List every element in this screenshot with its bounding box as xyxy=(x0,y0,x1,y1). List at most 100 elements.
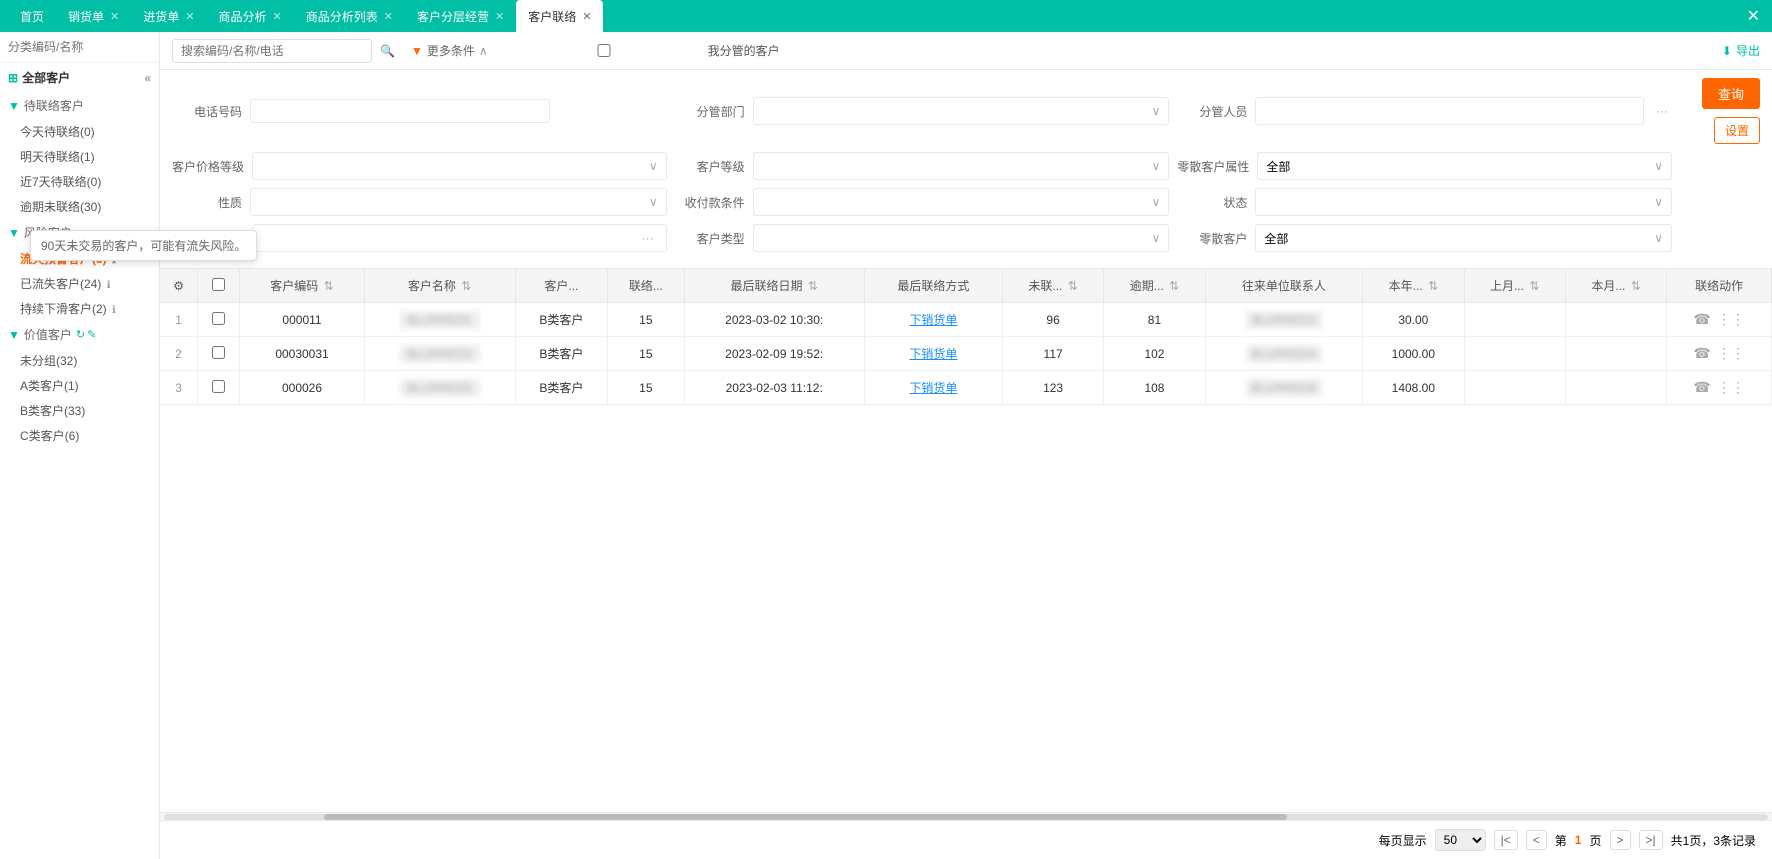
th-contact[interactable]: 联络... xyxy=(608,269,684,303)
th-settings[interactable]: ⚙ xyxy=(160,269,198,303)
zero-attr-select[interactable]: 全部 ∨ xyxy=(1257,152,1672,180)
row-checkbox[interactable] xyxy=(212,346,225,359)
sidebar-item-tomorrow-pending[interactable]: 明天待联络(1) xyxy=(0,144,159,169)
close-tab-sales-order[interactable]: ✕ xyxy=(110,10,119,23)
tab-customer-contact[interactable]: 客户联络 ✕ xyxy=(516,0,603,32)
tab-purchase-order[interactable]: 进货单 ✕ xyxy=(131,0,206,32)
cell-checkbox[interactable] xyxy=(198,337,240,371)
sidebar-item-7days-pending[interactable]: 近7天待联络(0) xyxy=(0,169,159,194)
th-contact-person[interactable]: 往来单位联系人 xyxy=(1205,269,1363,303)
my-customers-checkbox[interactable]: 我分管的客户 xyxy=(504,42,780,59)
zero-customer-select[interactable]: 全部 ∨ xyxy=(1255,224,1672,252)
scrollbar-thumb[interactable] xyxy=(324,814,1286,820)
edit-value-icon[interactable]: ✎ xyxy=(87,328,96,341)
sidebar-item-c-class[interactable]: C类客户(6) xyxy=(0,423,159,448)
region-select[interactable]: ··· xyxy=(252,224,667,252)
payment-select[interactable]: ∨ xyxy=(753,188,1170,216)
search-icon[interactable]: 🔍 xyxy=(380,44,395,58)
my-customers-check[interactable] xyxy=(504,44,704,57)
first-page-btn[interactable]: |< xyxy=(1494,830,1518,850)
info-icon-declining[interactable]: ℹ xyxy=(112,305,116,316)
select-all-checkbox[interactable] xyxy=(212,278,225,291)
status-select[interactable]: ∨ xyxy=(1255,188,1672,216)
sidebar-item-today-pending[interactable]: 今天待联络(0) xyxy=(0,119,159,144)
gender-select[interactable]: ∨ xyxy=(250,188,667,216)
th-this-month[interactable]: 本月... ⇅ xyxy=(1565,269,1666,303)
query-button[interactable]: 查询 xyxy=(1702,78,1760,109)
sidebar-item-b-class[interactable]: B类客户(33) xyxy=(0,398,159,423)
contact-action-icon[interactable]: ☎ xyxy=(1693,379,1710,396)
tab-sales-order[interactable]: 销货单 ✕ xyxy=(56,0,131,32)
th-checkbox[interactable] xyxy=(198,269,240,303)
more-conditions-btn[interactable]: ▼ 更多条件 ∧ xyxy=(403,38,496,63)
th-name[interactable]: 客户名称 ⇅ xyxy=(364,269,515,303)
th-overdue[interactable]: 逾期... ⇅ xyxy=(1104,269,1205,303)
row-checkbox[interactable] xyxy=(212,380,225,393)
more-action-icon[interactable]: ⋮⋮ xyxy=(1717,379,1745,396)
contact-action-icon[interactable]: ☎ xyxy=(1693,345,1710,362)
sidebar-item-churned[interactable]: 已流失客户(24) ℹ xyxy=(0,271,159,296)
th-code[interactable]: 客户编码 ⇅ xyxy=(240,269,364,303)
sidebar-group-value[interactable]: ▼ 价值客户 ↻ ✎ xyxy=(0,321,159,348)
setting-button[interactable]: 设置 xyxy=(1714,117,1760,144)
tab-product-analysis-list[interactable]: 商品分析列表 ✕ xyxy=(294,0,405,32)
sidebar-item-ungrouped[interactable]: 未分组(32) xyxy=(0,348,159,373)
th-type[interactable]: 客户... xyxy=(515,269,608,303)
region-more-icon[interactable]: ··· xyxy=(638,231,658,245)
customer-level-select[interactable]: ∨ xyxy=(753,152,1170,180)
cell-checkbox[interactable] xyxy=(198,303,240,337)
cell-name[interactable]: BLURRED1 xyxy=(364,303,515,337)
next-page-btn[interactable]: > xyxy=(1610,830,1631,850)
tab-home[interactable]: 首页 xyxy=(8,0,56,32)
filter-field-zero-customer: 零散客户 全部 ∨ xyxy=(1177,224,1672,252)
cell-last-contact-method[interactable]: 下销货单 xyxy=(864,371,1002,405)
th-this-year[interactable]: 本年... ⇅ xyxy=(1363,269,1464,303)
sidebar-all-customers[interactable]: ⊞ 全部客户 « xyxy=(0,63,159,92)
prev-page-btn[interactable]: < xyxy=(1526,830,1547,850)
sidebar-search-input[interactable] xyxy=(8,40,160,54)
horizontal-scrollbar[interactable] xyxy=(160,812,1772,820)
refresh-value-icon[interactable]: ↻ xyxy=(76,328,85,341)
export-btn[interactable]: ⬇ 导出 xyxy=(1722,42,1760,59)
phone-input[interactable] xyxy=(250,99,550,123)
th-last-month[interactable]: 上月... ⇅ xyxy=(1464,269,1565,303)
cell-last-contact-method[interactable]: 下销货单 xyxy=(864,303,1002,337)
collapse-icon[interactable]: « xyxy=(144,71,151,85)
more-action-icon[interactable]: ⋮⋮ xyxy=(1717,345,1745,362)
customer-type-select[interactable]: ∨ xyxy=(753,224,1170,252)
tab-customer-tier[interactable]: 客户分层经营 ✕ xyxy=(405,0,516,32)
close-tab-product-analysis[interactable]: ✕ xyxy=(273,10,282,23)
export-icon: ⬇ xyxy=(1722,44,1732,58)
th-last-contact-method[interactable]: 最后联络方式 xyxy=(864,269,1002,303)
cell-name[interactable]: BLURRED3 xyxy=(364,337,515,371)
dept-select[interactable]: ∨ xyxy=(753,97,1170,125)
contact-action-icon[interactable]: ☎ xyxy=(1693,311,1710,328)
cell-name[interactable]: BLURRED5 xyxy=(364,371,515,405)
customer-type-label: 客户类型 xyxy=(675,230,745,247)
sidebar-item-overdue-pending[interactable]: 逾期未联络(30) xyxy=(0,194,159,219)
cell-code: 000026 xyxy=(240,371,364,405)
sidebar-item-declining[interactable]: 持续下滑客户(2) ℹ xyxy=(0,296,159,321)
last-page-btn[interactable]: >| xyxy=(1639,830,1663,850)
per-page-select[interactable]: 50 100 200 xyxy=(1435,829,1486,851)
sidebar-group-pending[interactable]: ▼ 待联络客户 xyxy=(0,92,159,119)
th-last-contact-date[interactable]: 最后联络日期 ⇅ xyxy=(684,269,864,303)
tab-product-analysis[interactable]: 商品分析 ✕ xyxy=(206,0,293,32)
manager-select[interactable] xyxy=(1255,97,1644,125)
info-icon-churned[interactable]: ℹ xyxy=(107,280,111,291)
cell-overdue: 102 xyxy=(1104,337,1205,371)
cell-last-contact-method[interactable]: 下销货单 xyxy=(864,337,1002,371)
close-tab-customer-tier[interactable]: ✕ xyxy=(495,10,504,23)
cell-checkbox[interactable] xyxy=(198,371,240,405)
row-checkbox[interactable] xyxy=(212,312,225,325)
price-level-select[interactable]: ∨ xyxy=(252,152,667,180)
close-tab-purchase-order[interactable]: ✕ xyxy=(185,10,194,23)
close-tab-customer-contact[interactable]: ✕ xyxy=(582,10,591,23)
close-tab-product-analysis-list[interactable]: ✕ xyxy=(384,10,393,23)
manager-more-icon[interactable]: ··· xyxy=(1652,104,1672,118)
close-all-tabs[interactable]: ✕ xyxy=(1743,2,1764,30)
search-input[interactable] xyxy=(172,39,372,63)
sidebar-item-a-class[interactable]: A类客户(1) xyxy=(0,373,159,398)
th-no-contact[interactable]: 未联... ⇅ xyxy=(1002,269,1103,303)
more-action-icon[interactable]: ⋮⋮ xyxy=(1717,311,1745,328)
